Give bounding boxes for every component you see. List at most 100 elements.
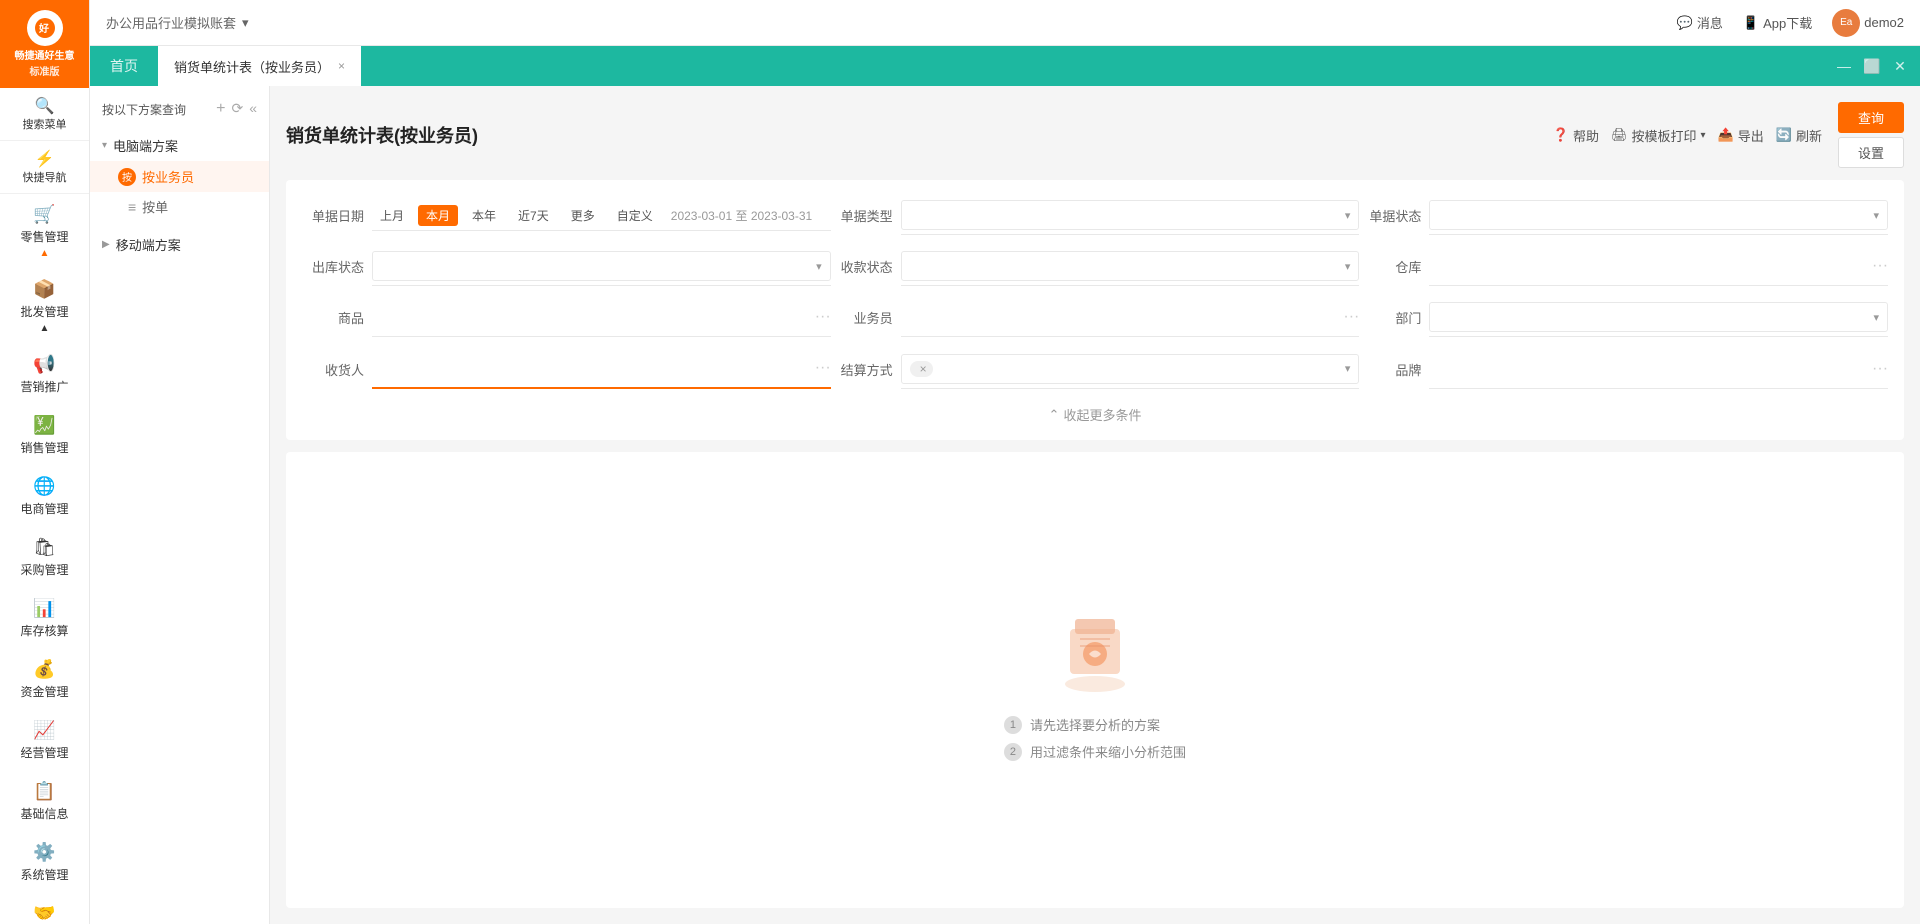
by-bill-icon: ≡	[128, 199, 136, 215]
sidebar-item-ecom[interactable]: 🌐 电商管理	[0, 466, 89, 527]
export-button[interactable]: 📤 导出	[1718, 126, 1764, 145]
filter-row-1: 单据日期 上月 本月 本年 近7天 更多 自定义 2023-03-01 至 20…	[302, 196, 1888, 235]
dept-control[interactable]: ▾	[1429, 298, 1888, 337]
goods-label: 商品	[302, 308, 372, 327]
header-brand: 办公用品行业模拟账套 ▾	[106, 13, 249, 32]
warehouse-control[interactable]: ···	[1429, 247, 1888, 286]
left-panel-title: 按以下方案查询	[102, 101, 186, 118]
sidebar-item-ops[interactable]: 📈 经营管理	[0, 710, 89, 771]
tab-close-button[interactable]: ✕	[1888, 54, 1912, 78]
dept-col: 部门 ▾	[1359, 298, 1888, 337]
salesperson-scheme-item[interactable]: 按 按业务员	[90, 161, 269, 192]
recv-status-arrow: ▾	[1345, 260, 1351, 273]
dept-arrow: ▾	[1873, 311, 1879, 324]
salesperson-more[interactable]: ···	[1337, 308, 1359, 326]
avatar: Ea	[1832, 9, 1860, 37]
warehouse-label: 仓库	[1359, 257, 1429, 276]
mobile-scheme-group[interactable]: ▶ 移动端方案	[90, 229, 269, 260]
out-status-arrow: ▾	[816, 260, 822, 273]
dept-label: 部门	[1359, 308, 1429, 327]
tip-num-1: 1	[1004, 716, 1022, 734]
setting-button[interactable]: 设置	[1838, 137, 1904, 168]
print-label: 按模板打印	[1632, 126, 1697, 145]
sidebar-quick[interactable]: ⚡ 快捷导航	[0, 141, 89, 194]
settlement-tag-close[interactable]: ×	[920, 362, 927, 376]
sidebar-item-marketing[interactable]: 📢 营销推广	[0, 344, 89, 405]
warehouse-col: 仓库 ···	[1359, 247, 1888, 286]
left-panel: 按以下方案查询 + ⟳ « ▾ 电脑端方案 按 按业务员 ≡	[90, 86, 270, 924]
user-menu[interactable]: Ea demo2	[1832, 9, 1904, 37]
base-icon: 📋	[33, 781, 55, 802]
date-more[interactable]: 更多	[563, 205, 603, 226]
collapse-label: 收起更多条件	[1063, 405, 1141, 424]
sidebar-item-finance[interactable]: 💰 资金管理	[0, 649, 89, 710]
tab-minimize-button[interactable]: —	[1832, 54, 1856, 78]
settlement-select[interactable]: × ▾	[901, 354, 1360, 384]
sidebar-item-inventory[interactable]: 📊 库存核算	[0, 588, 89, 649]
date-range: 2023-03-01 至 2023-03-31	[671, 207, 812, 224]
query-button[interactable]: 查询	[1838, 102, 1904, 133]
empty-tip-2-text: 用过滤条件来缩小分析范围	[1030, 742, 1186, 761]
refresh-icon: 🔄	[1776, 127, 1792, 143]
brand-more[interactable]: ···	[1866, 360, 1888, 378]
collapse-panel-button[interactable]: «	[249, 100, 257, 118]
refresh-scheme-button[interactable]: ⟳	[231, 100, 243, 118]
collapse-button[interactable]: ⌃ 收起更多条件	[1049, 405, 1142, 424]
consignee-col: 收货人 ···	[302, 349, 831, 389]
tab-close-icon[interactable]: ×	[338, 59, 345, 73]
bill-status-select[interactable]: ▾	[1429, 200, 1888, 230]
bill-type-arrow: ▾	[1345, 209, 1351, 222]
desktop-scheme-group[interactable]: ▾ 电脑端方案	[90, 130, 269, 161]
add-scheme-button[interactable]: +	[216, 100, 225, 118]
date-this-month[interactable]: 本月	[418, 205, 458, 226]
message-icon: 💬	[1677, 15, 1693, 31]
bill-type-col: 单据类型 ▾	[831, 196, 1360, 235]
out-status-control[interactable]: ▾	[372, 247, 831, 286]
settlement-control: × ▾	[901, 350, 1360, 389]
bill-type-select[interactable]: ▾	[901, 200, 1360, 230]
ecom-icon: 🌐	[33, 476, 55, 497]
goods-more[interactable]: ···	[809, 308, 831, 326]
goods-control[interactable]: ···	[372, 298, 831, 337]
print-button[interactable]: 🖨 按模板打印 ▾	[1611, 126, 1706, 145]
sidebar-wholesale-label: 批发管理	[20, 303, 68, 320]
bill-status-control[interactable]: ▾	[1429, 196, 1888, 235]
refresh-button[interactable]: 🔄 刷新	[1776, 126, 1822, 145]
message-button[interactable]: 💬 消息	[1677, 13, 1723, 32]
tab-active-label: 销货单统计表（按业务员）	[174, 57, 330, 76]
help-button[interactable]: ❓ 帮助	[1553, 126, 1599, 145]
date-7days[interactable]: 近7天	[510, 205, 557, 226]
brand-dropdown-icon[interactable]: ▾	[242, 15, 249, 31]
sidebar-item-retail[interactable]: 🛒 零售管理 ▲	[0, 194, 89, 269]
consignee-control[interactable]: ···	[372, 349, 831, 389]
sidebar-item-base[interactable]: 📋 基础信息	[0, 771, 89, 832]
mobile-scheme-section: ▶ 移动端方案	[90, 225, 269, 264]
tab-maximize-button[interactable]: ⬜	[1860, 54, 1884, 78]
warehouse-more[interactable]: ···	[1866, 257, 1888, 275]
salesperson-control[interactable]: ···	[901, 298, 1360, 337]
sidebar-item-sales[interactable]: 💹 销售管理	[0, 405, 89, 466]
tip-num-2: 2	[1004, 743, 1022, 761]
sidebar-item-wholesale[interactable]: 📦 批发管理 ▲	[0, 269, 89, 344]
sidebar-search[interactable]: 🔍 搜索菜单	[0, 88, 89, 141]
date-last-month[interactable]: 上月	[372, 205, 412, 226]
sidebar-item-corp[interactable]: 🤝 企业协同	[0, 893, 89, 924]
collapse-icon: ⌃	[1049, 407, 1060, 423]
dept-select[interactable]: ▾	[1429, 302, 1888, 332]
bill-type-control[interactable]: ▾	[901, 196, 1360, 235]
recv-status-control[interactable]: ▾	[901, 247, 1360, 286]
app-download-button[interactable]: 📱 App下载	[1743, 13, 1812, 32]
date-custom[interactable]: 自定义	[609, 205, 661, 226]
date-this-year[interactable]: 本年	[464, 205, 504, 226]
settlement-tag: ×	[910, 361, 933, 377]
recv-status-select[interactable]: ▾	[901, 251, 1360, 281]
tab-home[interactable]: 首页	[90, 46, 158, 86]
sidebar-item-system[interactable]: ⚙️ 系统管理	[0, 832, 89, 893]
brand-control[interactable]: ···	[1429, 350, 1888, 389]
sidebar-item-purchase[interactable]: 🛍 采购管理	[0, 527, 89, 588]
by-bill-scheme-item[interactable]: ≡ 按单	[90, 192, 269, 221]
inventory-icon: 📊	[33, 598, 55, 619]
tab-active[interactable]: 销货单统计表（按业务员） ×	[158, 46, 361, 86]
consignee-more[interactable]: ···	[809, 359, 831, 377]
out-status-select[interactable]: ▾	[372, 251, 831, 281]
